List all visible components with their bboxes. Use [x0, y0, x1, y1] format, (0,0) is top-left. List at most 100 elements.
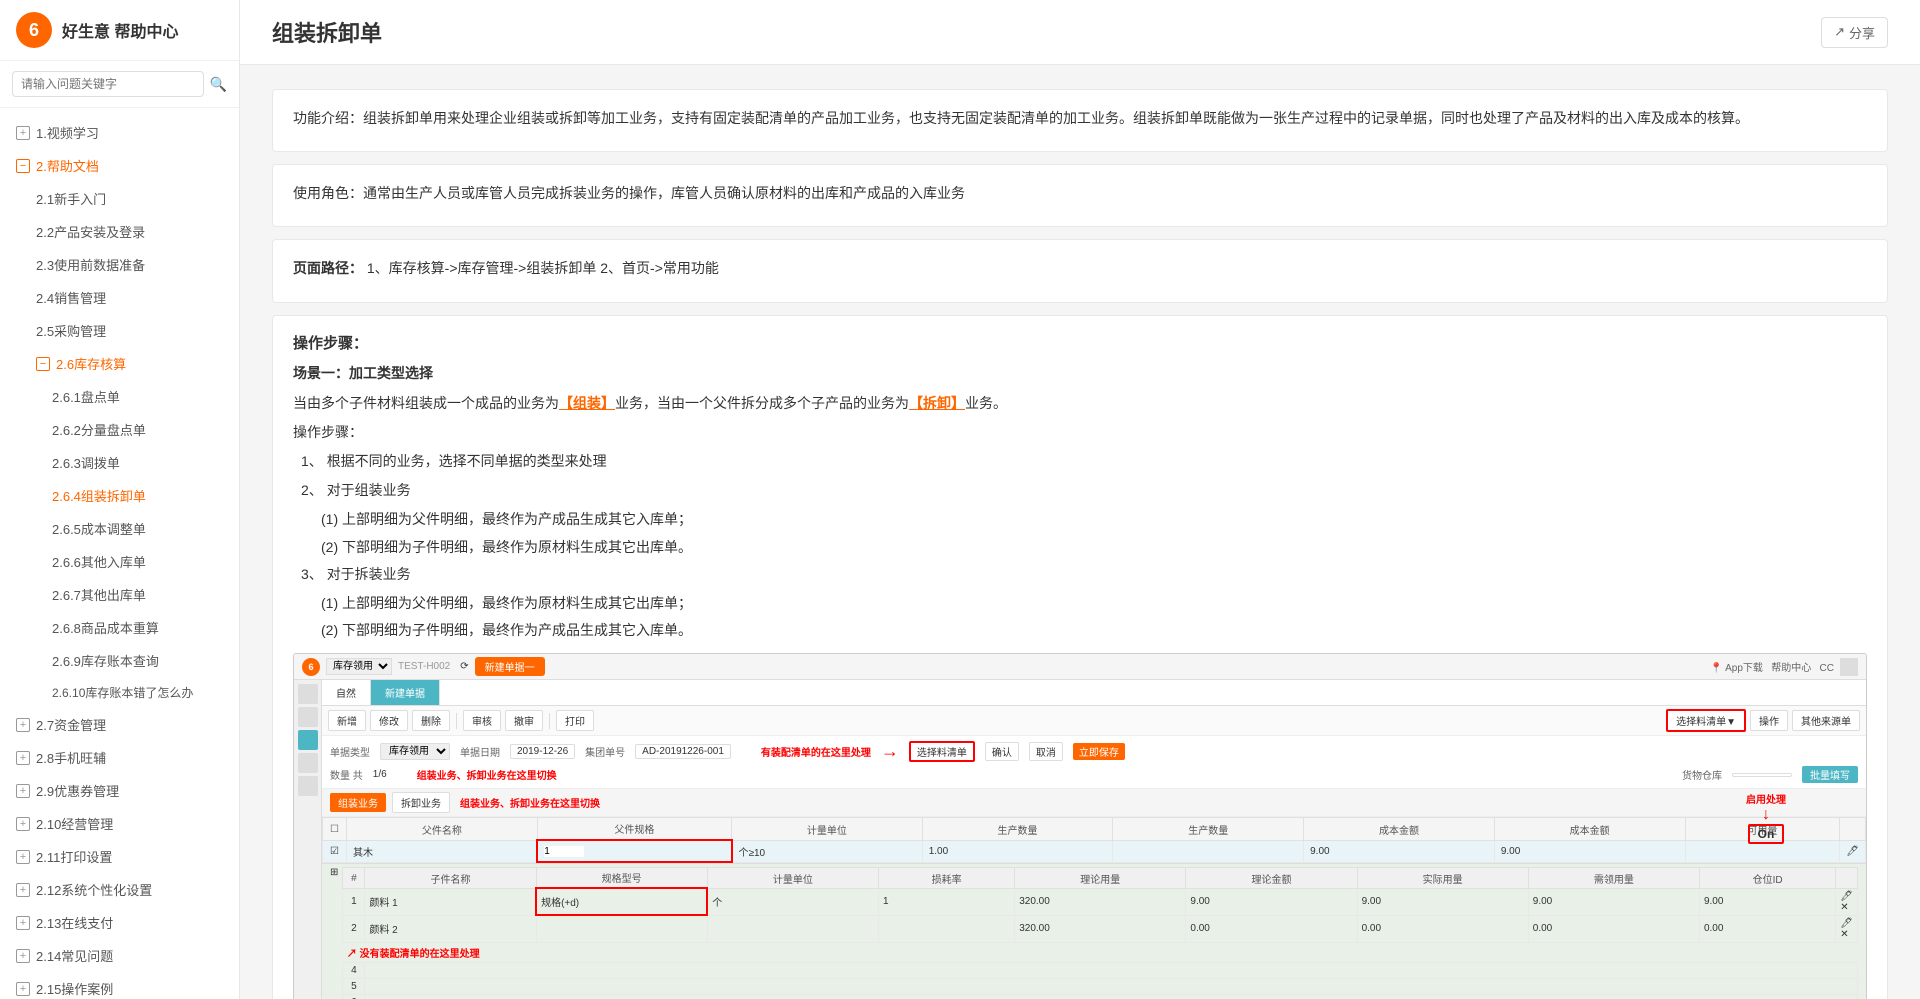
doc-date-field: 2019-12-26: [510, 744, 575, 759]
store-field[interactable]: [1732, 773, 1792, 777]
btd-name1: 颜料 1: [365, 888, 536, 915]
sidebar-item-finance[interactable]: + 2.7资金管理: [0, 708, 239, 741]
search-input[interactable]: [12, 71, 204, 97]
td-cost2: 9.00: [1494, 840, 1685, 862]
sidebar-item-purchase[interactable]: 2.5采购管理: [0, 314, 239, 347]
top-table: ☐ 父件名称 父件规格 计量单位 生产数量 生产数量 成本金额 成本金额: [322, 817, 1866, 863]
sidebar-item-sales[interactable]: 2.4销售管理: [0, 281, 239, 314]
sidebar-item-prepare[interactable]: 2.3使用前数据准备: [0, 248, 239, 281]
search-icon[interactable]: 🔍: [210, 76, 227, 93]
on-label: On: [1748, 824, 1785, 844]
sidebar-item-label: 2.4销售管理: [36, 288, 106, 307]
empty-seq4: 4: [343, 962, 365, 978]
btd-loss2: [878, 915, 1014, 942]
sidebar-item-cases[interactable]: + 2.15操作案例: [0, 972, 239, 999]
bth-spec: 规格型号: [536, 868, 707, 889]
bom-area: 选择料清单▼: [1666, 709, 1746, 732]
path-section: 页面路径： 1、库存核算->库存管理->组装拆卸单 2、首页->常用功能: [272, 239, 1888, 302]
sidebar-item-label: 2.5采购管理: [36, 321, 106, 340]
disassemble-link: 【拆卸】: [909, 395, 965, 411]
mock-toolbar: 新增 修改 删除 审核 撤审 打印: [322, 706, 1866, 736]
td-parent-input[interactable]: [537, 840, 731, 862]
sidebar-item-install[interactable]: 2.2产品安装及登录: [0, 215, 239, 248]
bth-loss: 损耗率: [878, 868, 1014, 889]
mock-btn-other[interactable]: 操作: [1750, 710, 1788, 731]
mock-btn-unapprove[interactable]: 撤审: [505, 710, 543, 731]
parent-input-field[interactable]: [544, 846, 584, 857]
path-text: 页面路径： 1、库存核算->库存管理->组装拆卸单 2、首页->常用功能: [293, 256, 1867, 281]
mock-btn-batch[interactable]: 批量填写: [1802, 766, 1858, 783]
mock-new-doc-btn[interactable]: 新建单据一: [475, 657, 545, 676]
sidebar-item-sysconfig[interactable]: + 2.12系统个性化设置: [0, 873, 239, 906]
btd-nqty2: 0.00: [1528, 915, 1699, 942]
th-action: [1840, 818, 1866, 841]
share-button[interactable]: ↗ 分享: [1821, 17, 1888, 48]
sidebar-item-inbound[interactable]: 2.6.6其他入库单: [0, 545, 239, 578]
mock-app-header: 6 库存领用 TEST-H002 ⟳ 新建单据一 📍 App下载 帮助中心 CC: [294, 654, 1866, 680]
mock-nav-tabs: 自然 新建单据: [322, 680, 1866, 706]
app-body: 自然 新建单据 新增 修改 删除 审核 撤审: [294, 680, 1866, 999]
empty-row6: 6: [343, 994, 1858, 999]
step3-sub1: (1) 上部明细为父件明细，最终作为原材料生成其它出库单；: [321, 591, 1867, 616]
sidebar-item-cost[interactable]: 2.6.5成本调整单: [0, 512, 239, 545]
td-row-action: 🖊: [1840, 840, 1866, 862]
sidebar-item-stocktake[interactable]: 2.6.1盘点单: [0, 380, 239, 413]
mock-btn-edit[interactable]: 修改: [370, 710, 408, 731]
sidebar-item-coupon[interactable]: + 2.9优惠券管理: [0, 774, 239, 807]
page-header: 组装拆卸单 ↗ 分享: [240, 0, 1920, 65]
sidebar-item-ops[interactable]: + 2.10经营管理: [0, 807, 239, 840]
main-content: 组装拆卸单 ↗ 分享 功能介绍：组装拆卸单用来处理企业组装或拆卸等加工业务，支持…: [240, 0, 1920, 999]
sidebar-item-accounterror[interactable]: 2.6.10库存账本错了怎么办: [0, 677, 239, 708]
empty-content4: [365, 962, 1858, 978]
bth-theory-qty: 理论用量: [1015, 868, 1186, 889]
mock-btn-other2[interactable]: 其他来源单: [1792, 710, 1860, 731]
mock-btn-cancel[interactable]: 取消: [1029, 742, 1063, 761]
empty-content6: [365, 994, 1858, 999]
mock-btn-delete[interactable]: 删除: [412, 710, 450, 731]
sidebar-item-faq[interactable]: + 2.14常见问题: [0, 939, 239, 972]
mock-btn-print[interactable]: 打印: [556, 710, 594, 731]
btd-unit1: 个: [707, 888, 878, 915]
sub-header-icon: ⊞: [330, 867, 338, 999]
sidebar-item-newbie[interactable]: 2.1新手入门: [0, 182, 239, 215]
mock-tab-natural[interactable]: 自然: [322, 680, 371, 705]
mock-btn-bom[interactable]: 选择料清单▼: [1666, 709, 1746, 732]
sidebar-item-label: 2.10经营管理: [36, 814, 113, 833]
sidebar-item-docs[interactable]: − 2.帮助文档: [0, 149, 239, 182]
sidebar-item-video[interactable]: + 1.视频学习: [0, 116, 239, 149]
sidebar-item-costcalc[interactable]: 2.6.8商品成本重算: [0, 611, 239, 644]
mock-btn-save[interactable]: 立即保存: [1073, 743, 1125, 760]
sidebar-item-adjust[interactable]: 2.6.3调拨单: [0, 446, 239, 479]
search-box[interactable]: 🔍: [0, 61, 239, 108]
annotation-bom: 有装配清单的在这里处理: [761, 744, 871, 759]
th-parent-name: 父件名称: [347, 818, 538, 841]
bth-theory-amt: 理论金额: [1186, 868, 1357, 889]
sidebar-item-stockcheck[interactable]: 2.6.9库存账本查询: [0, 644, 239, 677]
mock-btn-approve[interactable]: 审核: [463, 710, 501, 731]
sidebar-item-inventory[interactable]: − 2.6库存核算: [0, 347, 239, 380]
mock-sidebar-icon5: [298, 776, 318, 796]
disassemble-type-btn[interactable]: 拆卸业务: [392, 792, 450, 813]
sidebar-item-assembly[interactable]: 2.6.4组装拆卸单: [0, 479, 239, 512]
doc-type-field[interactable]: 库存领用: [380, 743, 450, 760]
page-title: 组装拆卸单: [272, 16, 382, 48]
th-produce-qty2: 生产数量: [1113, 818, 1304, 841]
step3-sub1-text: 上部明细为父件明细，最终作为原材料生成其它出库单；: [342, 595, 692, 611]
mock-btn-confirm[interactable]: 确认: [985, 742, 1019, 761]
doc-type-select[interactable]: 库存领用: [326, 658, 392, 675]
mock-tab-new[interactable]: 新建单据: [371, 680, 440, 705]
assemble-type-btn[interactable]: 组装业务: [330, 793, 386, 812]
plus-icon: +: [16, 949, 30, 963]
sidebar-item-mobile[interactable]: + 2.8手机旺辅: [0, 741, 239, 774]
form-row2: 数量 共 1/6 组装业务、拆卸业务在这里切换 货物仓库: [330, 766, 1858, 783]
mock-btn-select-bom[interactable]: 选择料清单: [909, 741, 975, 762]
sidebar-item-partial[interactable]: 2.6.2分量盘点单: [0, 413, 239, 446]
sidebar-item-outbound[interactable]: 2.6.7其他出库单: [0, 578, 239, 611]
plus-icon: +: [16, 751, 30, 765]
step3-sub2-text: 下部明细为子件明细，最终作为产成品生成其它入库单。: [342, 622, 692, 638]
sidebar-item-print[interactable]: + 2.11打印设置: [0, 840, 239, 873]
btd-loss1: 1: [878, 888, 1014, 915]
mock-btn-new[interactable]: 新增: [328, 710, 366, 731]
sidebar-item-onlinepay[interactable]: + 2.13在线支付: [0, 906, 239, 939]
btd-tqty1: 320.00: [1015, 888, 1186, 915]
